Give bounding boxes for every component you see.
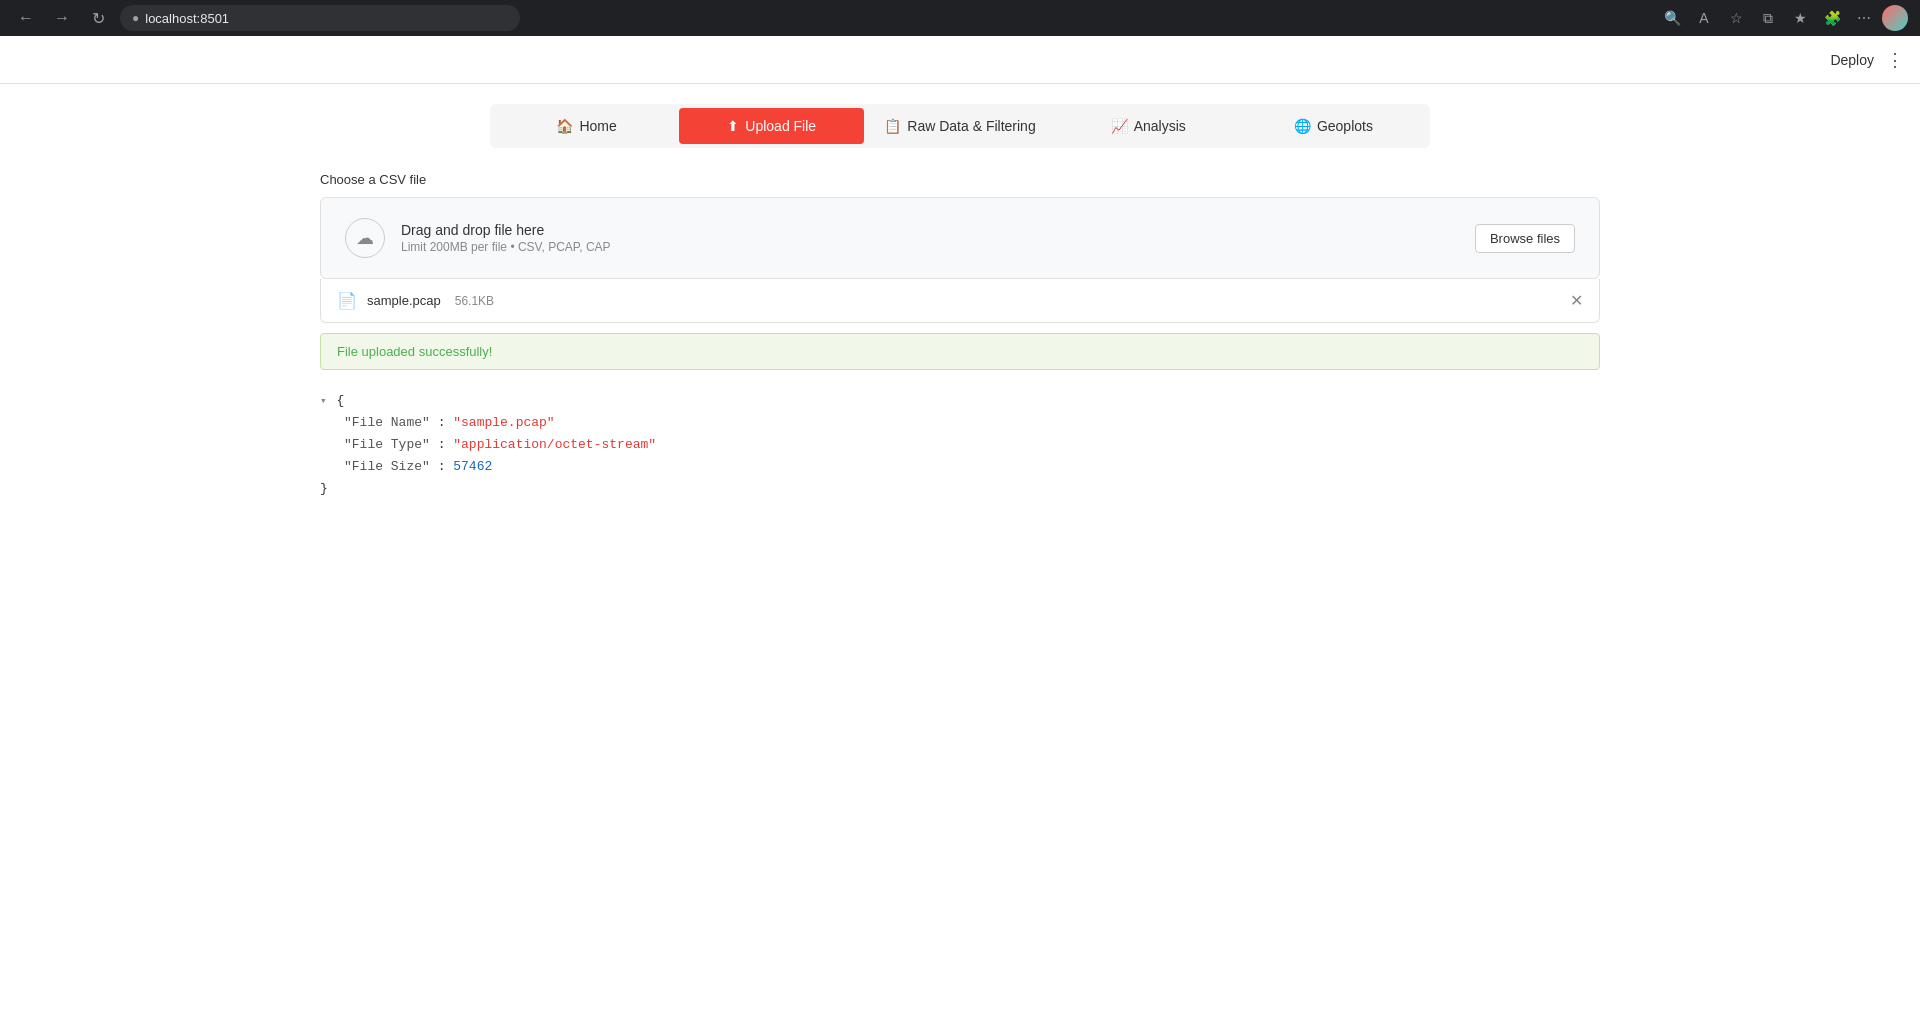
json-output: ▾ { "File Name" : "sample.pcap" "File Ty… [320,386,1600,504]
json-value-filesize: 57462 [453,459,492,474]
json-key-filesize: "File Size" [344,459,430,474]
translate-icon[interactable]: A [1690,4,1718,32]
json-open-brace: ▾ { [320,390,1600,412]
nav-tabs: 🏠 Home ⬆ Upload File 📋 Raw Data & Filter… [490,104,1430,148]
browse-files-button[interactable]: Browse files [1475,224,1575,253]
json-row-filesize: "File Size" : 57462 [344,456,1600,478]
reload-button[interactable]: ↻ [84,4,112,32]
tab-upload[interactable]: ⬆ Upload File [679,108,864,144]
cloud-upload-icon: ☁ [345,218,385,258]
tab-home[interactable]: 🏠 Home [494,108,679,144]
json-close-brace: } [320,478,1600,500]
dropzone: ☁ Drag and drop file here Limit 200MB pe… [320,197,1600,279]
json-key-filename: "File Name" [344,415,430,430]
tab-geoplots-label: Geoplots [1317,118,1373,134]
json-toggle[interactable]: ▾ [320,395,327,407]
json-value-filename: "sample.pcap" [453,415,554,430]
json-row-filetype: "File Type" : "application/octet-stream" [344,434,1600,456]
zoom-icon[interactable]: 🔍 [1658,4,1686,32]
geoplots-icon: 🌐 [1294,118,1311,134]
file-name: sample.pcap [367,293,441,308]
split-icon[interactable]: ⧉ [1754,4,1782,32]
file-item: 📄 sample.pcap 56.1KB ✕ [320,279,1600,323]
tab-analysis-label: Analysis [1134,118,1186,134]
json-key-filetype: "File Type" [344,437,430,452]
tab-geoplots[interactable]: 🌐 Geoplots [1241,108,1426,144]
profile-avatar[interactable] [1882,5,1908,31]
json-row-filename: "File Name" : "sample.pcap" [344,412,1600,434]
dropzone-subtitle: Limit 200MB per file • CSV, PCAP, CAP [401,240,1459,254]
file-size: 56.1KB [455,294,494,308]
address-bar[interactable]: ● localhost:8501 [120,5,520,31]
back-button[interactable]: ← [12,4,40,32]
lock-icon: ● [132,11,139,25]
main-area: Choose a CSV file ☁ Drag and drop file h… [260,172,1660,504]
close-file-button[interactable]: ✕ [1570,293,1583,309]
json-body: "File Name" : "sample.pcap" "File Type" … [320,412,1600,478]
browser-toolbar-right: 🔍 A ☆ ⧉ ★ 🧩 ⋯ [1658,4,1908,32]
upload-icon: ⬆ [727,118,739,134]
tab-raw-data-label: Raw Data & Filtering [907,118,1035,134]
tab-home-label: Home [579,118,616,134]
browser-chrome: ← → ↻ ● localhost:8501 🔍 A ☆ ⧉ ★ 🧩 ⋯ [0,0,1920,36]
tab-upload-label: Upload File [745,118,816,134]
analysis-icon: 📈 [1111,118,1128,134]
raw-data-icon: 📋 [884,118,901,134]
app-bar: Deploy ⋮ [0,36,1920,84]
home-icon: 🏠 [556,118,573,134]
page-content: 🏠 Home ⬆ Upload File 📋 Raw Data & Filter… [0,104,1920,544]
browser-menu-icon[interactable]: ⋯ [1850,4,1878,32]
forward-button[interactable]: → [48,4,76,32]
json-value-filetype: "application/octet-stream" [453,437,656,452]
section-label: Choose a CSV file [320,172,1600,187]
tab-analysis[interactable]: 📈 Analysis [1056,108,1241,144]
bookmark-icon[interactable]: ☆ [1722,4,1750,32]
extensions-icon[interactable]: 🧩 [1818,4,1846,32]
success-banner: File uploaded successfully! [320,333,1600,370]
file-document-icon: 📄 [337,291,357,310]
dropzone-text: Drag and drop file here Limit 200MB per … [401,222,1459,254]
url-text: localhost:8501 [145,11,229,26]
deploy-button[interactable]: Deploy [1822,48,1882,72]
dropzone-title: Drag and drop file here [401,222,1459,238]
app-more-icon[interactable]: ⋮ [1886,49,1904,71]
tab-raw-data[interactable]: 📋 Raw Data & Filtering [864,108,1055,144]
favorites-icon[interactable]: ★ [1786,4,1814,32]
